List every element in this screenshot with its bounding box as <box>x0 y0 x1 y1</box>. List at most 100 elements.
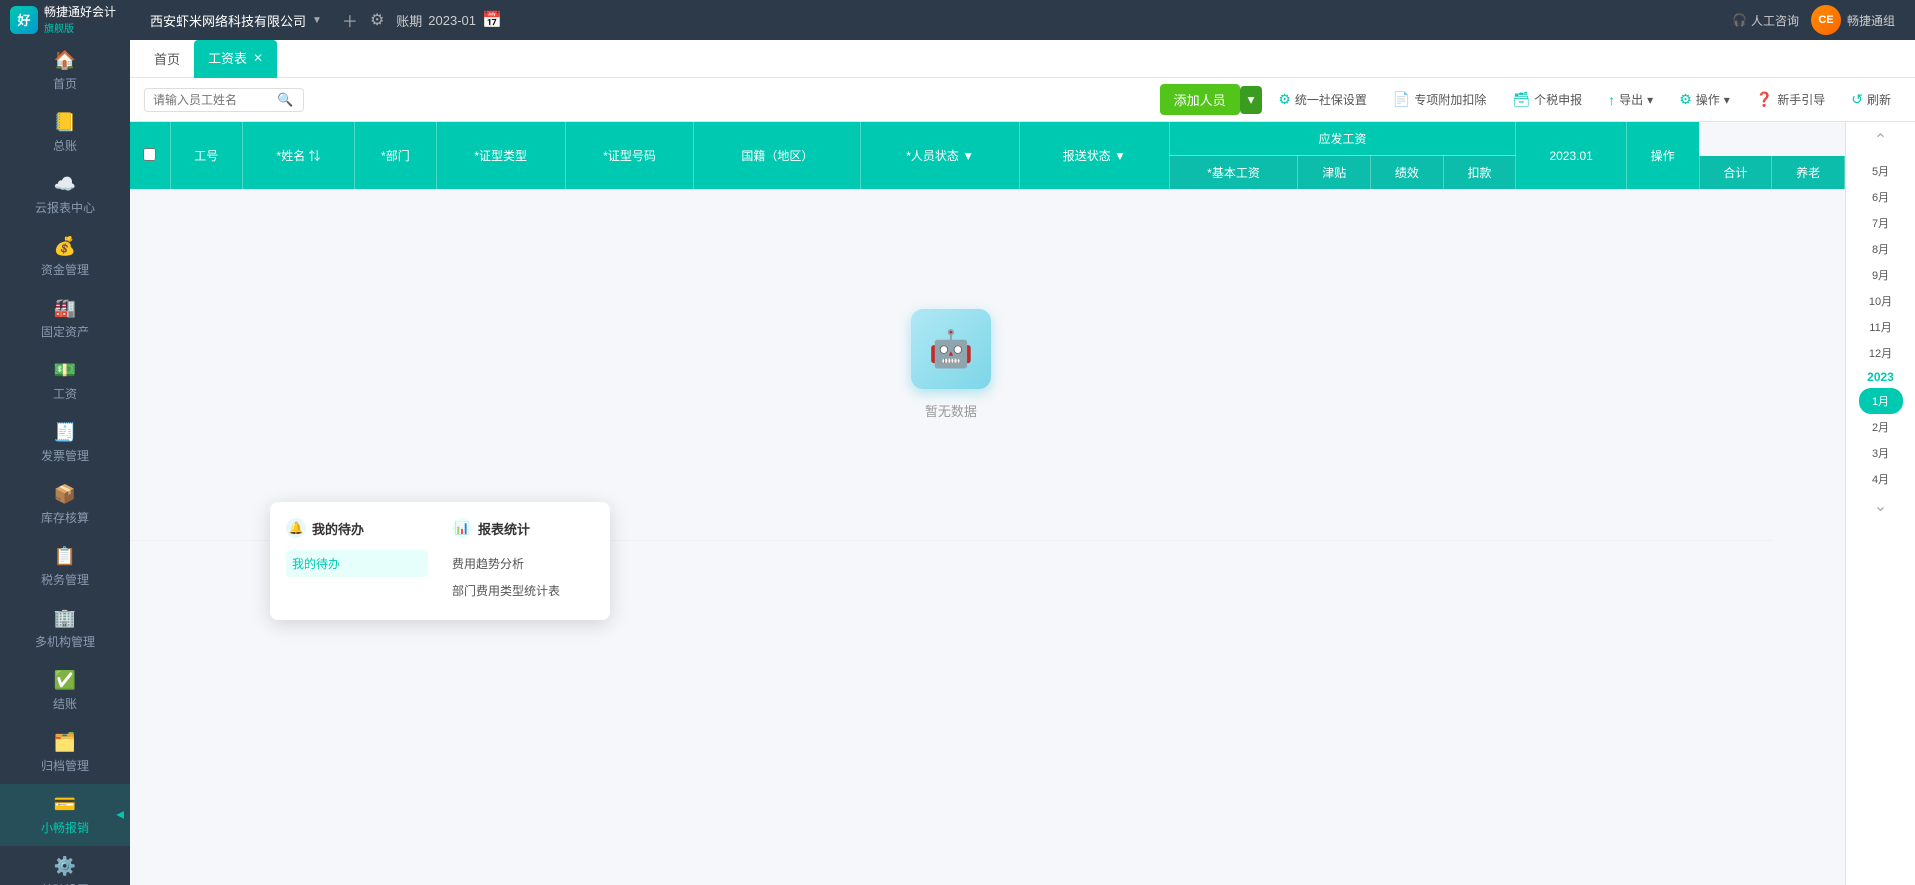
add-icon[interactable]: ＋ <box>342 8 358 32</box>
tax-icon: 📋 <box>54 546 76 567</box>
add-button-group: 添加人员 ▾ <box>1160 84 1263 115</box>
export-arrow: ▾ <box>1647 93 1653 107</box>
service-label: 人工咨询 <box>1751 12 1799 29</box>
avatar[interactable]: CE <box>1811 5 1841 35</box>
sidebar-label-expense: 小畅报销 <box>41 819 89 836</box>
operation-label: 操作 <box>1696 91 1720 108</box>
sidebar-item-settle[interactable]: ✅ 结账 <box>0 660 130 722</box>
sidebar-item-home[interactable]: 🏠 首页 <box>0 40 130 102</box>
period-area: 账期 2023-01 📅 <box>396 10 502 30</box>
sidebar-item-ledger[interactable]: 📒 总账 <box>0 102 130 164</box>
timeline-month-4[interactable]: 4月 <box>1846 466 1915 492</box>
company-selector[interactable]: 西安虾米网络科技有限公司 ▼ <box>140 11 332 30</box>
timeline-month-8[interactable]: 8月 <box>1846 236 1915 262</box>
sidebar-item-multi-org[interactable]: 🏢 多机构管理 <box>0 598 130 660</box>
app-sub: 旗舰版 <box>44 20 116 35</box>
tab-bar: 首页 工资表 ✕ <box>130 40 1915 78</box>
col-number: 工号 <box>170 122 243 189</box>
tab-close-icon[interactable]: ✕ <box>253 51 263 65</box>
add-dropdown-button[interactable]: ▾ <box>1240 86 1263 114</box>
sidebar-item-basic[interactable]: ⚙️ 基础设置 <box>0 846 130 885</box>
guide-label: 新手引导 <box>1777 91 1825 108</box>
popup-dept-expense[interactable]: 部门费用类型统计表 <box>452 577 594 604</box>
timeline-down-chevron[interactable]: ⌄ <box>1870 492 1891 520</box>
salary-icon: 💵 <box>54 360 76 381</box>
active-year-label: 2023 <box>1867 366 1894 388</box>
operation-btn[interactable]: ⚙ 操作 ▾ <box>1669 87 1740 112</box>
service-button[interactable]: 🎧 人工咨询 <box>1732 12 1799 29</box>
top-actions: ＋ ⚙ 账期 2023-01 📅 <box>332 8 512 32</box>
timeline-month-2[interactable]: 2月 <box>1846 414 1915 440</box>
top-bar: 好 畅捷通好会计 旗舰版 西安虾米网络科技有限公司 ▼ ＋ ⚙ 账期 2023-… <box>0 0 1915 40</box>
export-icon: ↑ <box>1608 92 1615 108</box>
popup-report-label: 报表统计 <box>478 519 530 538</box>
fund-icon: 💰 <box>54 236 76 257</box>
tab-home[interactable]: 首页 <box>140 40 194 78</box>
social-security-btn[interactable]: ⚙ 统一社保设置 <box>1268 87 1377 112</box>
empty-row: 🤖 暂无数据 <box>130 189 1845 541</box>
calendar-icon[interactable]: 📅 <box>482 10 502 30</box>
special-deduction-icon: 📄 <box>1393 91 1410 108</box>
sidebar-label-salary: 工资 <box>53 385 77 402</box>
popup-col-todo: 🔔 我的待办 我的待办 <box>286 518 428 604</box>
tax-report-btn[interactable]: 🗃 个税申报 <box>1502 87 1592 112</box>
sidebar-label-home: 首页 <box>53 75 77 92</box>
col-dept: *部门 <box>355 122 437 189</box>
period-label: 账期 <box>396 11 422 30</box>
main-layout: 🏠 首页 📒 总账 ☁️ 云报表中心 💰 资金管理 🏭 固定资产 💵 工资 🧾 … <box>0 40 1915 885</box>
add-person-button[interactable]: 添加人员 <box>1160 84 1240 115</box>
timeline-up-chevron[interactable]: ⌃ <box>1870 126 1891 154</box>
home-icon: 🏠 <box>54 50 76 71</box>
sidebar-label-ledger: 总账 <box>53 137 77 154</box>
cloud-icon: ☁️ <box>54 174 76 195</box>
timeline-month-1-active[interactable]: 1月 <box>1859 388 1903 414</box>
col-total: 合计 <box>1699 156 1772 190</box>
col-personnel-status: *人员状态 ▼ <box>861 122 1020 189</box>
sidebar-item-tax[interactable]: 📋 税务管理 <box>0 536 130 598</box>
expense-dropdown-popup: 🔔 我的待办 我的待办 📊 报表统计 费用趋势分析 部门费用类型统计表 <box>270 502 610 620</box>
select-all-checkbox[interactable] <box>143 148 156 161</box>
refresh-btn[interactable]: ↺ 刷新 <box>1841 87 1901 112</box>
timeline-month-6[interactable]: 6月 <box>1846 184 1915 210</box>
sidebar-item-expense[interactable]: 💳 小畅报销 ◀ <box>0 784 130 846</box>
settings-icon[interactable]: ⚙ <box>370 10 384 30</box>
search-input[interactable] <box>153 93 273 107</box>
basic-icon: ⚙️ <box>54 856 76 877</box>
fixed-assets-icon: 🏭 <box>54 298 76 319</box>
popup-expense-trend[interactable]: 费用趋势分析 <box>452 550 594 577</box>
timeline-month-11[interactable]: 11月 <box>1846 314 1915 340</box>
special-deduction-btn[interactable]: 📄 专项附加扣除 <box>1383 87 1496 112</box>
sidebar-item-invoice[interactable]: 🧾 发票管理 <box>0 412 130 474</box>
user-area: 🎧 人工咨询 CE 畅捷通组 <box>1732 5 1895 35</box>
popup-my-todo[interactable]: 我的待办 <box>286 550 428 577</box>
avatar-initials: CE <box>1818 14 1833 26</box>
export-btn[interactable]: ↑ 导出 ▾ <box>1598 87 1663 112</box>
timeline-month-10[interactable]: 10月 <box>1846 288 1915 314</box>
timeline-month-5[interactable]: 5月 <box>1846 158 1915 184</box>
col-allowance: 津贴 <box>1298 156 1371 190</box>
content-area: 首页 工资表 ✕ 🔍 添加人员 ▾ ⚙ 统一社保设置 <box>130 40 1915 885</box>
col-name: *姓名 ⇅ <box>243 122 355 189</box>
sidebar-item-archive[interactable]: 🗂️ 归档管理 <box>0 722 130 784</box>
col-performance: 绩效 <box>1371 156 1444 190</box>
sidebar-label-tax: 税务管理 <box>41 571 89 588</box>
company-dropdown-arrow: ▼ <box>312 15 322 26</box>
tab-salary-table[interactable]: 工资表 ✕ <box>194 40 277 78</box>
guide-btn[interactable]: ❓ 新手引导 <box>1746 87 1835 112</box>
timeline-month-3[interactable]: 3月 <box>1846 440 1915 466</box>
sidebar-item-inventory[interactable]: 📦 库存核算 <box>0 474 130 536</box>
sidebar-item-fund[interactable]: 💰 资金管理 <box>0 226 130 288</box>
special-deduction-label: 专项附加扣除 <box>1414 91 1486 108</box>
tax-report-icon: 🗃 <box>1512 91 1530 108</box>
sidebar-item-salary[interactable]: 💵 工资 <box>0 350 130 412</box>
sidebar-label-invoice: 发票管理 <box>41 447 89 464</box>
sidebar-item-fixed-assets[interactable]: 🏭 固定资产 <box>0 288 130 350</box>
company-name: 西安虾米网络科技有限公司 <box>150 11 306 30</box>
salary-table: 工号 *姓名 ⇅ *部门 *证型类型 *证型号码 国籍（地区） *人员状态 ▼ … <box>130 122 1845 541</box>
timeline-month-12[interactable]: 12月 <box>1846 340 1915 366</box>
col-cert-number: *证型号码 <box>565 122 694 189</box>
timeline-month-7[interactable]: 7月 <box>1846 210 1915 236</box>
timeline-month-9[interactable]: 9月 <box>1846 262 1915 288</box>
sidebar-item-cloud-report[interactable]: ☁️ 云报表中心 <box>0 164 130 226</box>
refresh-label: 刷新 <box>1867 91 1891 108</box>
